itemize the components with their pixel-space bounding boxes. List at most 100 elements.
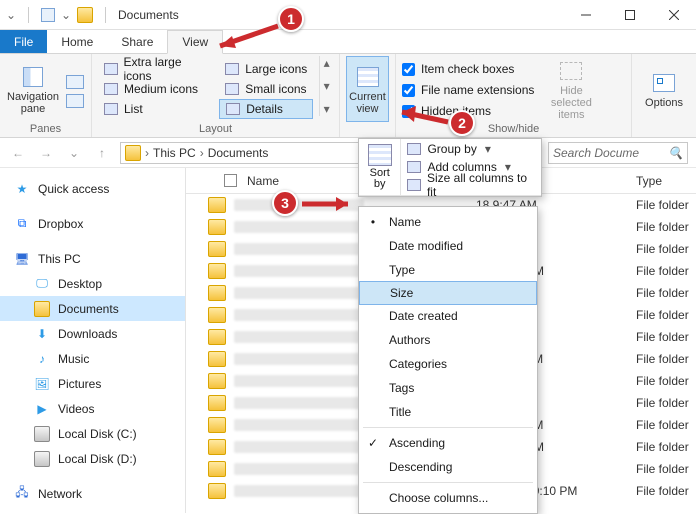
address-bar-row: ← → ⌄ ↑ › This PC › Documents Search Doc… [0, 138, 696, 168]
star-icon: ★ [14, 181, 30, 197]
cell-type: File folder [636, 198, 696, 212]
preview-pane-icon[interactable] [66, 75, 84, 89]
layout-extra-large[interactable]: Extra large icons [98, 59, 215, 79]
navigation-tree[interactable]: ★Quick access ⧉Dropbox 🖥This PC 🖵Desktop… [0, 168, 186, 513]
close-button[interactable] [652, 0, 696, 30]
nav-up-button[interactable]: ↑ [92, 143, 112, 163]
cell-type: File folder [636, 418, 696, 432]
folder-icon [208, 307, 226, 323]
current-view-button[interactable]: Current view [346, 56, 389, 122]
tab-home[interactable]: Home [47, 30, 107, 53]
crumb-documents[interactable]: Documents [208, 146, 269, 160]
layout-medium[interactable]: Medium icons [98, 79, 215, 99]
tree-videos[interactable]: ▶Videos [0, 396, 185, 421]
folder-icon [208, 197, 226, 213]
layout-details[interactable]: Details [219, 99, 313, 119]
filename-redacted [234, 331, 364, 343]
layout-gallery[interactable]: Extra large icons Large icons Medium ico… [98, 56, 313, 122]
tree-downloads[interactable]: ⬇Downloads [0, 321, 185, 346]
cell-type: File folder [636, 462, 696, 476]
annotation-arrow-2 [390, 104, 454, 135]
filename-redacted [234, 485, 364, 497]
qat-dropdown-icon[interactable]: ⌄ [6, 10, 16, 20]
window-title: Documents [118, 8, 179, 22]
select-all-checkbox[interactable] [224, 174, 237, 187]
tree-documents[interactable]: Documents [0, 296, 185, 321]
sort-type[interactable]: Type [359, 258, 537, 282]
group-by-button[interactable]: Group by▾ [401, 140, 541, 158]
tree-desktop[interactable]: 🖵Desktop [0, 271, 185, 296]
tab-file[interactable]: File [0, 30, 47, 53]
sort-choose-columns[interactable]: Choose columns... [359, 486, 537, 510]
tree-locald[interactable]: Local Disk (D:) [0, 446, 185, 471]
hide-selected-button[interactable]: Hide selected items [544, 56, 598, 122]
folder-icon [208, 461, 226, 477]
layout-list[interactable]: List [98, 99, 215, 119]
filename-redacted [234, 265, 364, 277]
cell-type: File folder [636, 264, 696, 278]
col-type[interactable]: Type [636, 174, 696, 188]
dropbox-icon: ⧉ [14, 216, 30, 232]
sort-categories[interactable]: Categories [359, 352, 537, 376]
tree-dropbox[interactable]: ⧉Dropbox [0, 211, 185, 236]
details-pane-icon[interactable] [66, 94, 84, 108]
group-panes-label: Panes [6, 122, 85, 137]
folder-icon [208, 395, 226, 411]
check-item-checkboxes[interactable]: Item check boxes [402, 59, 538, 79]
properties-icon[interactable] [41, 8, 55, 22]
cell-type: File folder [636, 396, 696, 410]
check-file-extensions[interactable]: File name extensions [402, 80, 538, 100]
tab-share[interactable]: Share [107, 30, 167, 53]
filename-redacted [234, 463, 364, 475]
minimize-button[interactable] [564, 0, 608, 30]
sort-icon [368, 144, 392, 166]
layout-large[interactable]: Large icons [219, 59, 313, 79]
folder-icon [77, 7, 93, 23]
sort-date-modified[interactable]: Date modified [359, 234, 537, 258]
options-button[interactable]: Options [638, 56, 690, 122]
tree-music[interactable]: ♪Music [0, 346, 185, 371]
size-all-columns-button[interactable]: Size all columns to fit [401, 176, 541, 194]
sort-ascending[interactable]: ✓Ascending [359, 431, 537, 455]
sort-title[interactable]: Title [359, 400, 537, 424]
filename-redacted [234, 287, 364, 299]
sort-by-menu: •Name Date modified Type Size Date creat… [358, 206, 538, 514]
tree-thispc[interactable]: 🖥This PC [0, 246, 185, 271]
filename-redacted [234, 397, 364, 409]
qat-dropdown2-icon[interactable]: ⌄ [61, 10, 71, 20]
ribbon: Navigation pane Panes Extra large icons … [0, 54, 696, 138]
desktop-icon: 🖵 [34, 276, 50, 292]
sort-by-button[interactable]: Sort by [359, 139, 401, 195]
layout-scroll[interactable]: ▴▾▾ [319, 56, 333, 116]
videos-icon: ▶ [34, 401, 50, 417]
crumb-thispc[interactable]: This PC [153, 146, 196, 160]
sort-tags[interactable]: Tags [359, 376, 537, 400]
disk-icon [34, 451, 50, 467]
network-icon: 🖧 [14, 486, 30, 502]
layout-small[interactable]: Small icons [219, 79, 313, 99]
search-input[interactable]: Search Docume 🔍 [548, 142, 688, 164]
filename-redacted [234, 243, 364, 255]
tree-quick-access[interactable]: ★Quick access [0, 176, 185, 201]
search-icon: 🔍 [668, 146, 683, 160]
nav-forward-button[interactable]: → [36, 143, 56, 163]
sort-date-created[interactable]: Date created [359, 304, 537, 328]
sort-descending[interactable]: Descending [359, 455, 537, 479]
navigation-pane-button[interactable]: Navigation pane [6, 56, 60, 122]
nav-history-icon[interactable]: ⌄ [64, 143, 84, 163]
cell-type: File folder [636, 440, 696, 454]
annotation-3: 3 [272, 190, 298, 216]
tree-pictures[interactable]: 🖼Pictures [0, 371, 185, 396]
folder-icon [208, 241, 226, 257]
maximize-button[interactable] [608, 0, 652, 30]
sort-name[interactable]: •Name [359, 210, 537, 234]
pictures-icon: 🖼 [34, 376, 50, 392]
sort-size[interactable]: Size [359, 281, 537, 305]
col-name[interactable]: Name [247, 174, 279, 188]
nav-back-button[interactable]: ← [8, 143, 28, 163]
tree-localc[interactable]: Local Disk (C:) [0, 421, 185, 446]
annotation-1: 1 [278, 6, 304, 32]
cell-type: File folder [636, 352, 696, 366]
sort-authors[interactable]: Authors [359, 328, 537, 352]
tree-network[interactable]: 🖧Network [0, 481, 185, 506]
